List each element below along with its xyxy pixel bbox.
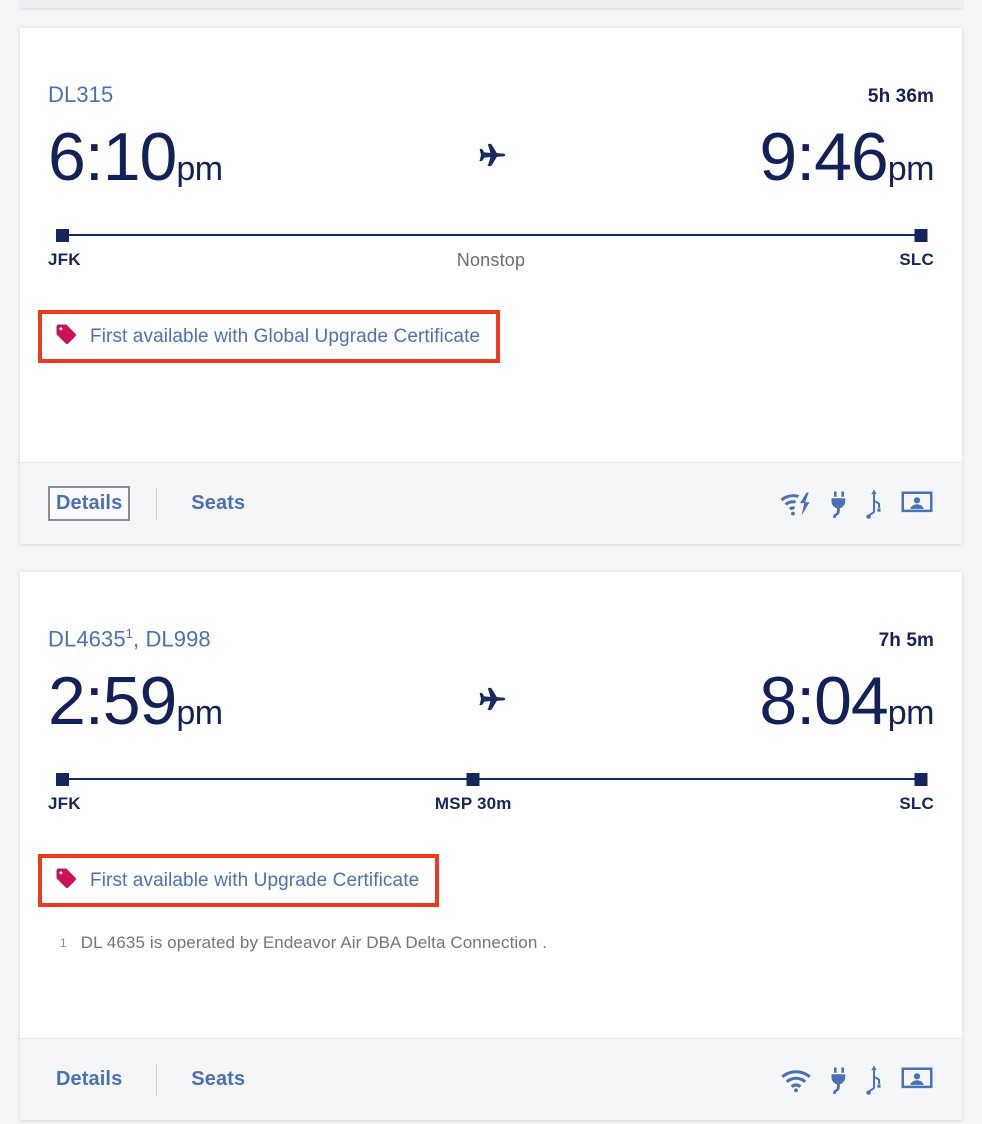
footer-divider [156,487,158,520]
arrival-time-value: 8:04 [759,663,888,740]
seats-button[interactable]: Seats [183,486,253,521]
flight-times-row: 6:10pm 9:46pm [48,114,935,200]
wifi-fast-icon [780,491,812,517]
flight-card-footer: Details Seats [20,1038,962,1120]
route-track [56,234,926,236]
usb-port-icon [866,489,882,519]
route-destination-marker [914,773,928,787]
usb-port-icon [866,1065,882,1095]
footer-actions: Details Seats [48,486,253,521]
departure-time-value: 6:10 [48,119,177,195]
route-line [48,226,934,244]
details-button[interactable]: Details [48,486,131,521]
power-outlet-icon [830,1066,848,1094]
origin-airport-code: JFK [48,250,81,269]
arrival-time-value: 9:46 [759,119,888,195]
flight-times-row: 2:59pm 8:04pm [48,658,935,744]
airplane-icon [473,137,509,178]
destination-airport-code: SLC [899,794,934,814]
footnote-number: 1 [60,936,67,951]
page-top-divider [20,0,962,8]
flight-number[interactable]: DL46351, DL998 [48,626,211,652]
destination-airport-code: SLC [899,250,934,269]
footnote-marker: 1 [125,626,134,641]
arrival-meridiem: pm [887,694,935,733]
departure-meridiem: pm [176,694,223,733]
upgrade-certificate-banner[interactable]: First available with Global Upgrade Cert… [38,310,501,363]
wifi-icon [780,1067,812,1093]
upgrade-certificate-text: First available with Global Upgrade Cert… [90,325,481,347]
flight-header-row: DL315 5h 36m [48,28,934,108]
flight-number-secondary: , DL998 [133,626,211,652]
footnote-text: DL 4635 is operated by Endeavor Air DBA … [80,933,548,953]
upgrade-certificate-text: First available with Upgrade Certificate [90,869,420,891]
price-tag-icon [54,866,78,895]
footer-divider [156,1063,158,1096]
arrival-time: 9:46pm [759,118,934,196]
flight-card[interactable]: DL46351, DL998 7h 5m 2:59pm 8:04pm JFK M… [20,572,962,1120]
flight-card-body: DL315 5h 36m 6:10pm 9:46pm JFK Nonstop S… [20,28,962,363]
details-button[interactable]: Details [48,1062,130,1097]
stop-label: MSP 30m [434,794,512,814]
airplane-icon [473,681,509,722]
flight-number-text: DL315 [48,82,114,107]
in-seat-entertainment-icon [900,1066,934,1094]
departure-time-value: 2:59 [48,663,177,740]
arrival-meridiem: pm [887,150,935,188]
flight-results-page: DL315 5h 36m 6:10pm 9:46pm JFK Nonstop S… [0,0,982,1124]
departure-time: 6:10pm [48,118,223,196]
flight-card-body: DL46351, DL998 7h 5m 2:59pm 8:04pm JFK M… [20,572,962,954]
flight-duration: 7h 5m [878,630,934,652]
seats-button[interactable]: Seats [183,1062,253,1097]
flight-duration: 5h 36m [867,86,934,107]
arrival-time: 8:04pm [759,662,934,740]
stop-label: Nonstop [456,250,526,270]
route-destination-marker [914,229,928,242]
route-stop-marker [466,773,480,787]
route-track [56,778,926,781]
route-line [48,770,934,788]
departure-time: 2:59pm [48,662,223,740]
route-labels: JFK Nonstop SLC [48,250,934,276]
flight-header-row: DL46351, DL998 7h 5m [48,572,934,652]
upgrade-certificate-banner[interactable]: First available with Upgrade Certificate [38,854,440,908]
operated-by-footnote: 1 DL 4635 is operated by Endeavor Air DB… [48,933,934,953]
flight-number[interactable]: DL315 [48,82,113,108]
origin-airport-code: JFK [48,794,81,814]
route-origin-marker [56,229,69,242]
departure-meridiem: pm [176,150,223,188]
price-tag-icon [54,322,78,351]
route-origin-marker [56,773,69,787]
flight-card[interactable]: DL315 5h 36m 6:10pm 9:46pm JFK Nonstop S… [20,28,962,544]
amenities-list [780,1065,934,1095]
route-labels: JFK MSP 30m SLC [48,794,934,820]
flight-number-text: DL4635 [48,626,126,652]
power-outlet-icon [830,490,848,518]
flight-card-footer: Details Seats [20,462,962,544]
in-seat-entertainment-icon [900,490,934,518]
footer-actions: Details Seats [48,1062,253,1097]
amenities-list [780,489,934,519]
